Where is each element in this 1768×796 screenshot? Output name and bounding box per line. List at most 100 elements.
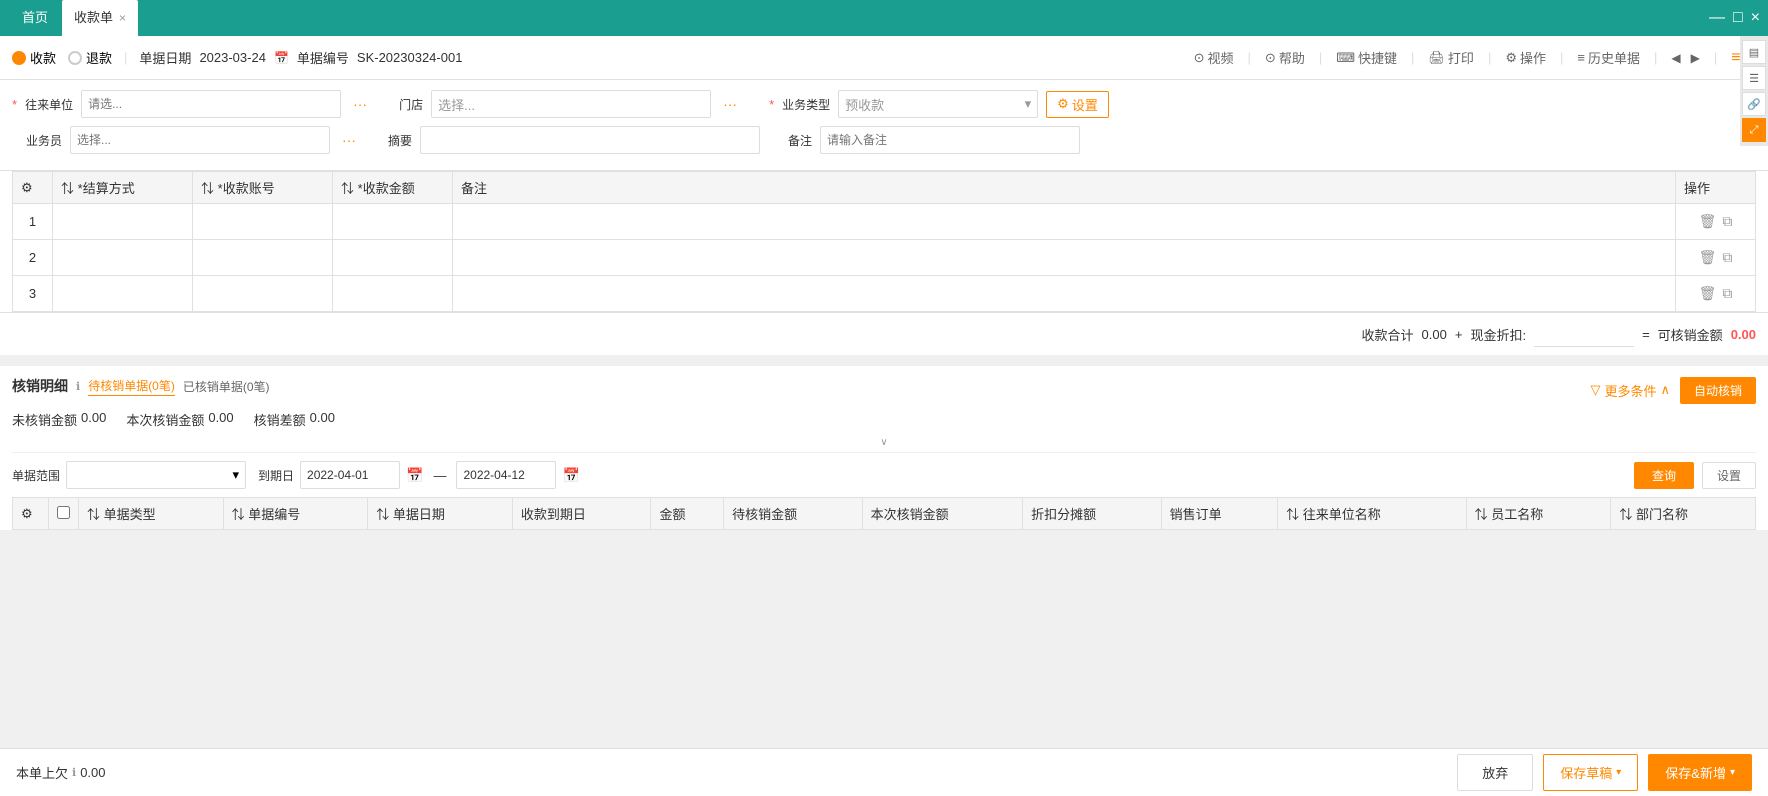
row3-remark[interactable] [453, 276, 1676, 312]
radio-group: 收款 退款 [12, 48, 112, 67]
draft-btn[interactable]: 保存草稿 ▾ [1543, 754, 1638, 791]
verify-right-actions: ▽ 更多条件 ∧ 自动核销 [1590, 377, 1756, 404]
maximize-btn[interactable]: □ [1733, 9, 1743, 27]
radio-collection[interactable]: 收款 [12, 48, 56, 67]
staff-more-btn[interactable]: ··· [338, 132, 360, 148]
sidebar-icon-list[interactable]: ☰ [1742, 66, 1766, 90]
date-to-input[interactable] [456, 461, 556, 489]
history-icon: ≡ [1577, 50, 1585, 65]
verify-section: 核销明细 ℹ 待核销单据(0笔) 已核销单据(0笔) ▽ 更多条件 ∧ 自动核销… [0, 363, 1768, 530]
counterpart-more-btn[interactable]: ··· [349, 96, 371, 112]
sidebar-icon-expand[interactable]: ⤢ [1742, 118, 1766, 142]
history-btn[interactable]: ≡ 历史单据 [1577, 48, 1640, 67]
row3-num: 3 [13, 276, 53, 312]
verify-tab-pending[interactable]: 待核销单据(0笔) [88, 377, 175, 396]
tab-bar: 首页 收款单 × — □ × [0, 0, 1768, 36]
query-btn[interactable]: 查询 [1634, 462, 1694, 489]
current-value: 0.00 [208, 410, 233, 429]
row1-delete-icon[interactable]: 🗑 [1699, 213, 1717, 230]
bth-checkbox[interactable] [49, 498, 79, 530]
draft-label: 保存草稿 [1560, 763, 1612, 782]
radio-collection-circle [12, 51, 26, 65]
save-btn[interactable]: 保存&新增 ▾ [1648, 754, 1752, 791]
staff-input[interactable] [70, 126, 330, 154]
more-conditions-btn[interactable]: ▽ 更多条件 ∧ [1590, 381, 1670, 400]
range-select[interactable]: ▾ [66, 461, 246, 489]
biz-type-select[interactable]: 预收款 ▾ [838, 90, 1038, 118]
th-gear[interactable]: ⚙ [13, 172, 53, 204]
row1-account[interactable] [193, 204, 333, 240]
calendar-from-icon[interactable]: 📅 [406, 467, 423, 484]
verify-heading: 核销明细 [12, 376, 68, 396]
range-chevron: ▾ [232, 467, 239, 483]
discount-input[interactable] [1534, 321, 1634, 347]
store-more-btn[interactable]: ··· [719, 96, 741, 112]
tab-close-btn[interactable]: × [119, 0, 126, 36]
video-btn[interactable]: ⊙ 视频 [1194, 48, 1234, 67]
row1-settle[interactable] [53, 204, 193, 240]
row3-action: 🗑 ⧉ [1676, 276, 1756, 312]
radio-refund-circle [68, 51, 82, 65]
remarks-input[interactable] [820, 126, 1080, 154]
radio-refund[interactable]: 退款 [68, 48, 112, 67]
row3-delete-icon[interactable]: 🗑 [1699, 285, 1717, 302]
store-select[interactable]: 选择... [431, 90, 711, 118]
operation-btn[interactable]: ⚙ 操作 [1505, 48, 1546, 67]
row2-remark[interactable] [453, 240, 1676, 276]
row1-action: 🗑 ⧉ [1676, 204, 1756, 240]
help-btn[interactable]: ⊙ 帮助 [1265, 48, 1305, 67]
verify-tab-done[interactable]: 已核销单据(0笔) [183, 378, 270, 395]
separator1: | [124, 50, 127, 65]
row1-remark[interactable] [453, 204, 1676, 240]
this-order-info-icon[interactable]: ℹ [72, 766, 76, 779]
tab-collection[interactable]: 收款单 × [62, 0, 138, 36]
bth-order: 销售订单 [1161, 498, 1278, 530]
row2-settle[interactable] [53, 240, 193, 276]
tab-home[interactable]: 首页 [8, 0, 62, 36]
counterpart-input[interactable] [81, 90, 341, 118]
date-from-input[interactable] [300, 461, 400, 489]
verify-info-icon[interactable]: ℹ [76, 380, 80, 393]
row3-account[interactable] [193, 276, 333, 312]
date-value[interactable]: 2023-03-24 [199, 50, 266, 65]
bottom-table: ⚙ ⇅ 单据类型 ⇅ 单据编号 ⇅ 单据日期 [12, 497, 1756, 530]
sort-icon-type: ⇅ [87, 507, 100, 522]
form-row-1: * 往来单位 ··· 门店 选择... ··· * 业务类型 预收款 ▾ ⚙ 设… [12, 90, 1756, 118]
shortcut-icon: ⌨ [1336, 50, 1355, 66]
row3-amount[interactable] [333, 276, 453, 312]
select-all-checkbox[interactable] [57, 506, 70, 519]
row3-settle[interactable] [53, 276, 193, 312]
row1-amount[interactable] [333, 204, 453, 240]
table-row: 1 🗑 ⧉ [13, 204, 1756, 240]
close-window-btn[interactable]: × [1751, 9, 1760, 27]
summary-input[interactable] [420, 126, 760, 154]
btable-gear-icon[interactable]: ⚙ [21, 506, 33, 521]
prev-btn[interactable]: ◀ [1671, 51, 1680, 65]
sidebar-icon-table[interactable]: ▤ [1742, 40, 1766, 64]
bth-gear[interactable]: ⚙ [13, 498, 49, 530]
bth-type: ⇅ 单据类型 [79, 498, 224, 530]
sort-icon-dept: ⇅ [1619, 507, 1632, 522]
bth-date: ⇅ 单据日期 [368, 498, 513, 530]
settings-btn[interactable]: ⚙ 设置 [1046, 91, 1109, 118]
row2-copy-icon[interactable]: ⧉ [1722, 249, 1732, 266]
shortcut-btn[interactable]: ⌨ 快捷键 [1336, 48, 1397, 67]
minimize-btn[interactable]: — [1709, 9, 1725, 27]
range-filter: 单据范围 ▾ [12, 461, 246, 489]
verify-settings-btn[interactable]: 设置 [1702, 462, 1756, 489]
bth-amount: 金额 [651, 498, 724, 530]
auto-verify-btn[interactable]: 自动核销 [1680, 377, 1756, 404]
next-btn[interactable]: ▶ [1691, 51, 1700, 65]
row2-amount[interactable] [333, 240, 453, 276]
calendar-to-icon[interactable]: 📅 [562, 467, 579, 484]
print-btn[interactable]: 🖨 打印 [1428, 48, 1474, 67]
row1-copy-icon[interactable]: ⧉ [1722, 213, 1732, 230]
calendar-icon[interactable]: 📅 [274, 51, 289, 65]
abandon-btn[interactable]: 放弃 [1457, 754, 1533, 791]
row2-delete-icon[interactable]: 🗑 [1699, 249, 1717, 266]
row2-account[interactable] [193, 240, 333, 276]
gear-icon[interactable]: ⚙ [21, 180, 33, 195]
sidebar-icon-link[interactable]: 🔗 [1742, 92, 1766, 116]
row3-copy-icon[interactable]: ⧉ [1722, 285, 1732, 302]
collapse-chevron[interactable]: ∨ [12, 437, 1756, 448]
